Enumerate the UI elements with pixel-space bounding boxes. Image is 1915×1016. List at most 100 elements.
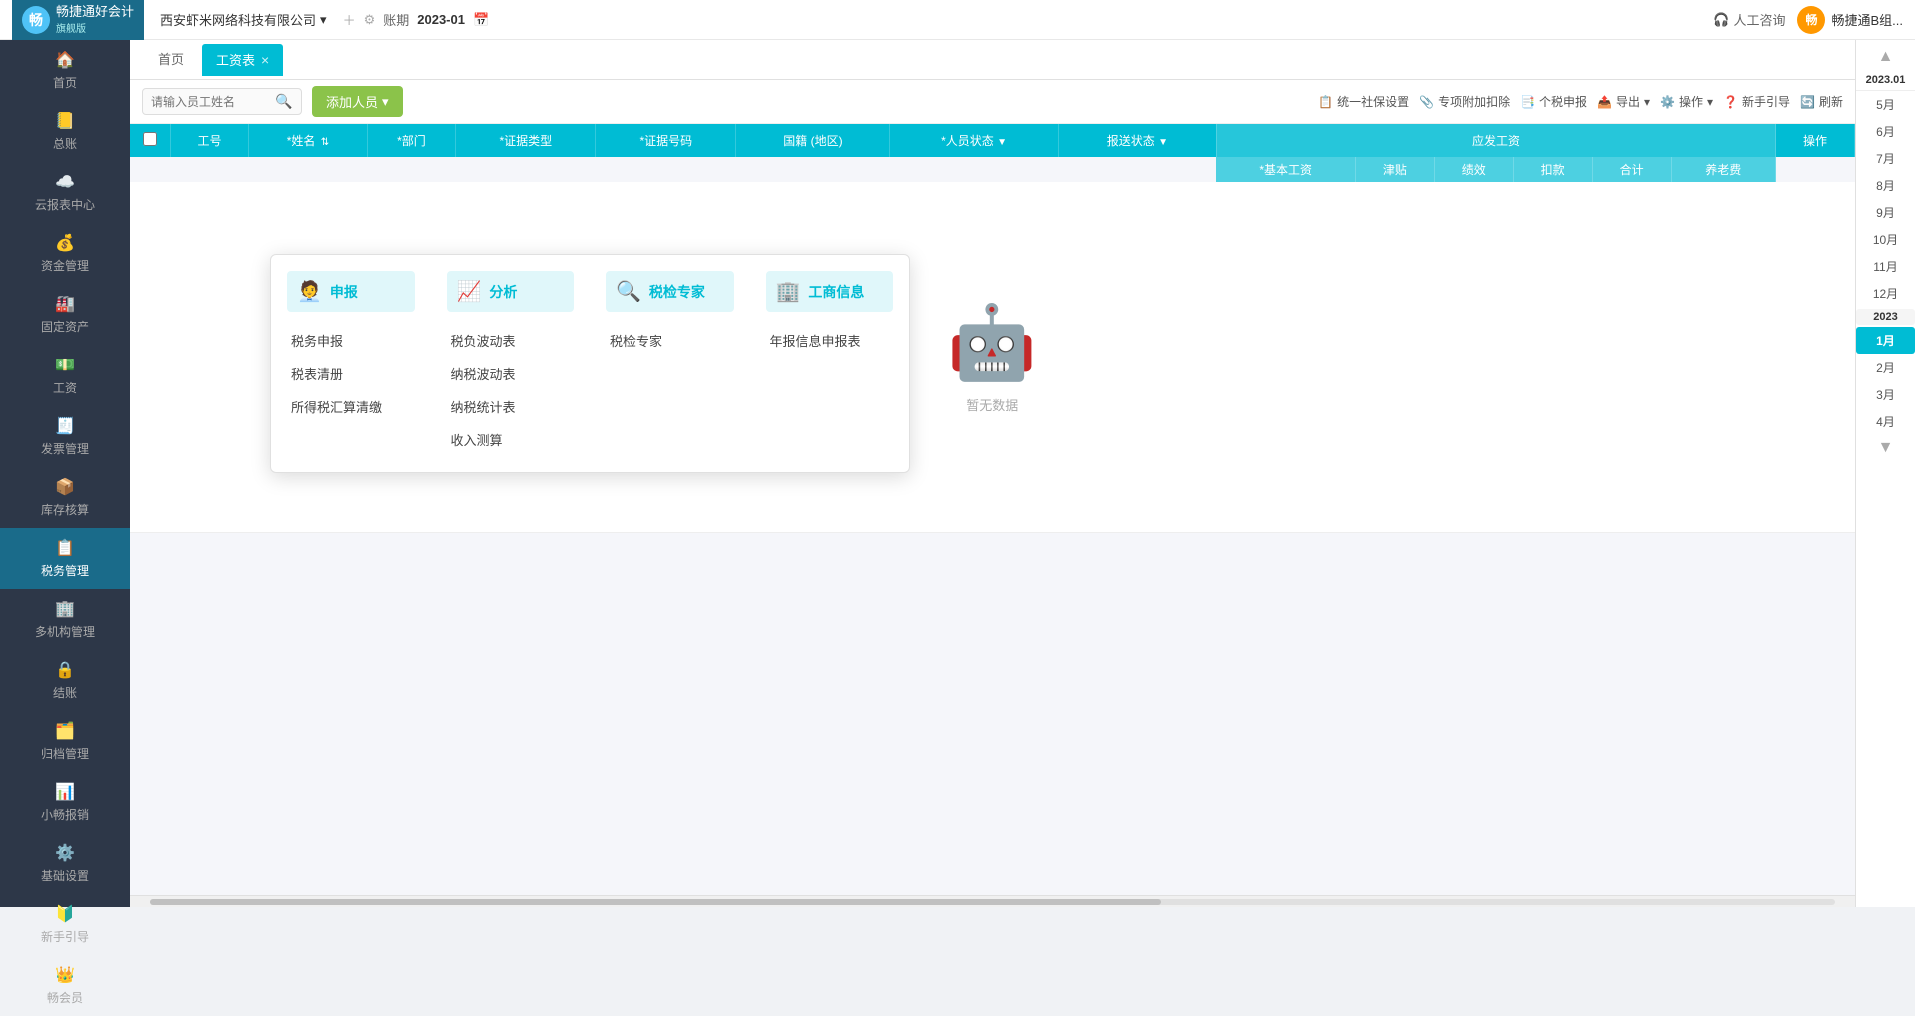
dropdown-col-business: 🏢 工商信息 年报信息申报表	[750, 255, 910, 472]
cal-month-3[interactable]: 3月	[1856, 381, 1915, 408]
declare-label: 申报	[330, 282, 358, 302]
col-deduction: 扣款	[1513, 157, 1592, 182]
sidebar-item-basic[interactable]: ⚙️基础设置	[0, 833, 130, 894]
search-wrap: 🔍	[142, 88, 302, 115]
sidebar-item-report[interactable]: 📊小畅报销	[0, 772, 130, 833]
invoice-icon: 🧾	[55, 416, 75, 436]
col-pension: 养老费	[1671, 157, 1775, 182]
tab-home[interactable]: 首页	[142, 43, 200, 76]
company-selector[interactable]: 西安虾米网络科技有限公司 ▾	[152, 10, 335, 29]
home-icon: 🏠	[55, 50, 75, 70]
cal-month-1[interactable]: 1月	[1856, 327, 1915, 354]
guide-icon: 🔰	[55, 904, 75, 924]
income-calc-item[interactable]: 收入测算	[447, 423, 575, 456]
search-input[interactable]	[151, 95, 271, 109]
operate-btn[interactable]: ⚙️ 操作 ▾	[1660, 93, 1713, 110]
expert-label: 税检专家	[649, 282, 705, 302]
tab-salary[interactable]: 工资表 ×	[202, 44, 283, 76]
dropdown-col-expert: 🔍 税检专家 税检专家	[590, 255, 750, 472]
cal-month-7[interactable]: 7月	[1856, 145, 1915, 172]
business-header: 🏢 工商信息	[766, 271, 894, 312]
col-performance: 绩效	[1434, 157, 1513, 182]
archive-icon: 🗂️	[55, 721, 75, 741]
cal-month-2[interactable]: 2月	[1856, 354, 1915, 381]
cal-month-9[interactable]: 9月	[1856, 199, 1915, 226]
basic-icon: ⚙️	[55, 843, 75, 863]
dropdown-grid: 🧑‍💼 申报 税务申报 税表清册 所得税汇算清缴 📈 分析 税负波动表	[271, 255, 909, 472]
cal-up-btn[interactable]: ▲	[1874, 44, 1898, 70]
col-id-no: *证据号码	[596, 124, 736, 157]
expert-icon: 🔍	[616, 279, 641, 304]
col-employee-id: 工号	[170, 124, 249, 157]
add-person-button[interactable]: 添加人员 ▾	[312, 86, 403, 117]
export-chevron: ▾	[1644, 95, 1650, 109]
company-name: 西安虾米网络科技有限公司	[160, 10, 316, 29]
add-dropdown-chevron: ▾	[382, 94, 389, 110]
tax-list-item[interactable]: 税表清册	[287, 357, 415, 390]
tax-wave-item[interactable]: 纳税波动表	[447, 357, 575, 390]
sidebar-item-salary[interactable]: 💵工资	[0, 345, 130, 406]
support-btn[interactable]: 🎧 人工咨询	[1713, 10, 1785, 29]
cal-month-10[interactable]: 10月	[1856, 226, 1915, 253]
settings-icon[interactable]: ⚙	[364, 12, 376, 28]
calendar-icon[interactable]: 📅	[473, 12, 489, 28]
sidebar-item-multi[interactable]: 🏢多机构管理	[0, 589, 130, 650]
cal-month-8[interactable]: 8月	[1856, 172, 1915, 199]
income-tax-item[interactable]: 所得税汇算清缴	[287, 390, 415, 423]
add-company-icon[interactable]: ＋	[343, 10, 356, 29]
close-icon: 🔒	[55, 660, 75, 680]
sidebar-item-archive[interactable]: 🗂️归档管理	[0, 711, 130, 772]
salary-icon: 💵	[55, 355, 75, 375]
operate-chevron: ▾	[1707, 95, 1713, 109]
tax-stats-item[interactable]: 纳税统计表	[447, 390, 575, 423]
cal-down-btn[interactable]: ▼	[1874, 435, 1898, 461]
tax-icon: 📑	[1520, 95, 1535, 109]
avatar: 畅	[1797, 6, 1825, 34]
export-btn[interactable]: 📤 导出 ▾	[1597, 93, 1650, 110]
multi-icon: 🏢	[55, 599, 75, 619]
refresh-btn[interactable]: 🔄 刷新	[1800, 93, 1843, 110]
tax-burden-item[interactable]: 税负波动表	[447, 324, 575, 357]
sidebar-item-member[interactable]: 👑畅会员	[0, 955, 130, 1016]
top-header: 畅 畅捷通好会计 旗舰版 西安虾米网络科技有限公司 ▾ ＋ ⚙ 账期 2023-…	[0, 0, 1915, 40]
sidebar-item-tax[interactable]: 📋税务管理	[0, 528, 130, 589]
bottom-scrollbar[interactable]	[130, 895, 1855, 907]
cal-month-12[interactable]: 12月	[1856, 280, 1915, 307]
sidebar-item-fund[interactable]: 💰资金管理	[0, 223, 130, 284]
cal-month-11[interactable]: 11月	[1856, 253, 1915, 280]
inventory-icon: 📦	[55, 477, 75, 497]
sidebar-item-invoice[interactable]: 🧾发票管理	[0, 406, 130, 467]
cal-month-4[interactable]: 4月	[1856, 408, 1915, 435]
scroll-thumb	[150, 899, 1161, 905]
social-settings[interactable]: 📋 统一社保设置	[1318, 93, 1409, 110]
special-deduction[interactable]: 📎 专项附加扣除	[1419, 93, 1510, 110]
cal-month-6[interactable]: 6月	[1856, 118, 1915, 145]
period-value: 2023-01	[417, 12, 465, 27]
dropdown-col-analysis: 📈 分析 税负波动表 纳税波动表 纳税统计表 收入测算	[431, 255, 591, 472]
guide-btn[interactable]: ❓ 新手引导	[1723, 93, 1790, 110]
sidebar-item-inventory[interactable]: 📦库存核算	[0, 467, 130, 528]
calendar-period: 2023.01	[1856, 70, 1915, 91]
sidebar-item-home[interactable]: 🏠首页	[0, 40, 130, 101]
calendar-panel: ▲ 2023.01 5月 6月 7月 8月 9月 10月 11月 12月 202…	[1855, 40, 1915, 907]
refresh-icon: 🔄	[1800, 95, 1815, 109]
export-icon: 📤	[1597, 95, 1612, 109]
select-all-checkbox[interactable]	[143, 132, 157, 146]
tax-expert-item[interactable]: 税检专家	[606, 324, 734, 357]
annual-report-item[interactable]: 年报信息申报表	[766, 324, 894, 357]
sidebar-item-ledger[interactable]: 📒总账	[0, 101, 130, 162]
user-area[interactable]: 畅 畅捷通B组...	[1797, 6, 1903, 34]
user-name: 畅捷通B组...	[1831, 10, 1903, 29]
sidebar-item-close[interactable]: 🔒结账	[0, 650, 130, 711]
tax-apply[interactable]: 📑 个税申报	[1520, 93, 1587, 110]
cal-month-5[interactable]: 5月	[1856, 91, 1915, 118]
sidebar-item-assets[interactable]: 🏭固定资产	[0, 284, 130, 345]
tab-close-icon[interactable]: ×	[261, 52, 269, 68]
tax-declare-item[interactable]: 税务申报	[287, 324, 415, 357]
business-icon: 🏢	[776, 279, 801, 304]
sidebar-item-guide[interactable]: 🔰新手引导	[0, 894, 130, 955]
sidebar-item-cloud[interactable]: ☁️云报表中心	[0, 162, 130, 223]
search-icon[interactable]: 🔍	[275, 93, 292, 110]
col-basic-salary: *基本工资	[1216, 157, 1355, 182]
period-label: 账期	[383, 10, 409, 29]
